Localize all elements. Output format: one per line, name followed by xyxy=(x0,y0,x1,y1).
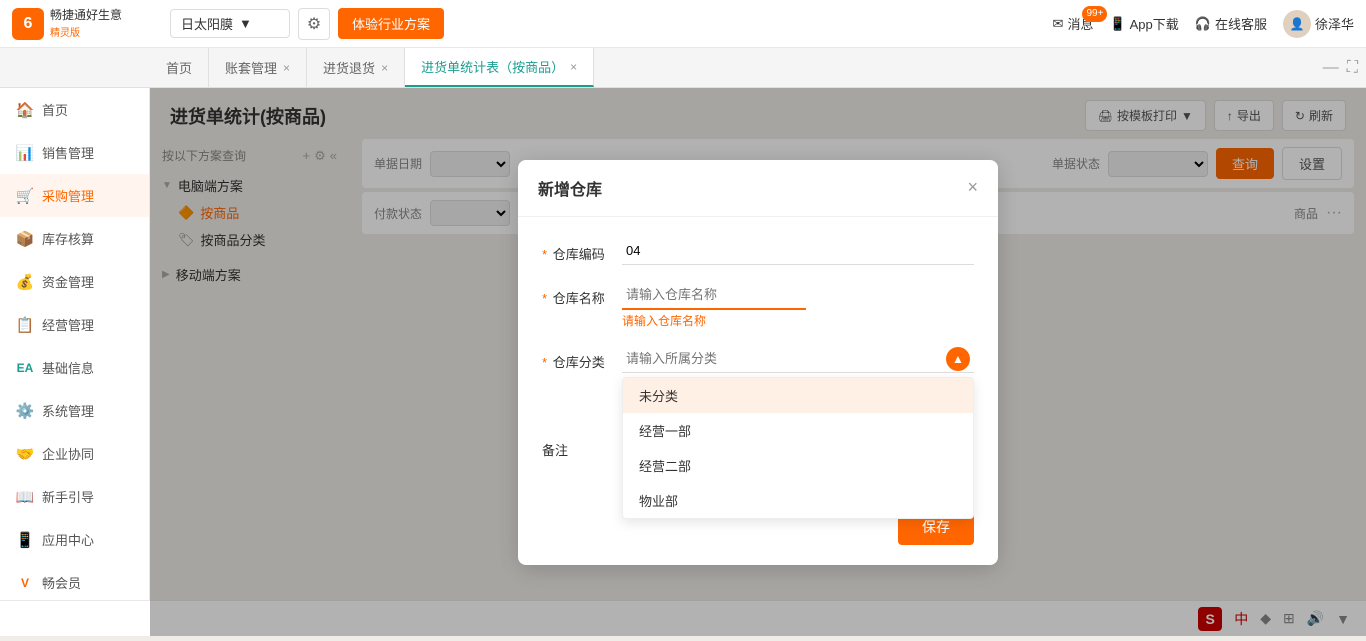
tab-purchase-stats[interactable]: 进货单统计表（按商品） × xyxy=(405,48,594,87)
sidebar-item-purchase[interactable]: 🛒 采购管理 xyxy=(0,174,149,217)
avatar: 👤 xyxy=(1283,10,1311,38)
dialog-add-warehouse: 新增仓库 × * 仓库编码 xyxy=(518,160,998,565)
message-icon: ✉ xyxy=(1053,16,1064,32)
sidebar-item-operations[interactable]: 📋 经营管理 xyxy=(0,303,149,346)
basic-info-icon: EA xyxy=(16,359,34,377)
top-bar: 6 畅捷通好生意 精灵版 日太阳膜 ▼ ⚙ 体验行业方案 ✉ 消息 99+ 📱 … xyxy=(0,0,1366,48)
enterprise-icon: 🤝 xyxy=(16,445,34,463)
form-row-category: * 仓库分类 ▲ 未分类 经营一部 经营二部 物业部 xyxy=(542,345,974,373)
store-name: 日太阳膜 xyxy=(181,14,233,33)
home-icon: 🏠 xyxy=(16,101,34,119)
store-selector[interactable]: 日太阳膜 ▼ xyxy=(170,9,290,38)
category-label: * 仓库分类 xyxy=(542,345,622,371)
sidebar-item-apps[interactable]: 📱 应用中心 xyxy=(0,518,149,561)
headset-icon: 🎧 xyxy=(1195,16,1211,32)
chevron-down-icon: ▼ xyxy=(239,16,252,31)
username-label: 徐泽华 xyxy=(1315,14,1354,33)
tab-accounts[interactable]: 账套管理 × xyxy=(209,48,307,87)
form-row-name: * 仓库名称 请输入仓库名称 xyxy=(542,281,974,329)
close-icon[interactable]: × xyxy=(381,61,388,75)
dialog-title: 新增仓库 xyxy=(538,176,602,200)
sidebar-item-home[interactable]: 🏠 首页 xyxy=(0,88,149,131)
message-item[interactable]: ✉ 消息 99+ xyxy=(1053,14,1094,33)
app-logo-icon: 6 xyxy=(12,8,44,40)
code-input[interactable] xyxy=(622,237,974,265)
operations-icon: 📋 xyxy=(16,316,34,334)
vip-icon: V xyxy=(16,574,34,592)
finance-icon: 💰 xyxy=(16,273,34,291)
app-edition: 精灵版 xyxy=(50,24,122,39)
main-layout: 🏠 首页 📊 销售管理 🛒 采购管理 📦 库存核算 💰 资金管理 📋 经营管理 … xyxy=(0,88,1366,636)
sidebar-item-basic-info[interactable]: EA 基础信息 xyxy=(0,346,149,389)
system-icon: ⚙️ xyxy=(16,402,34,420)
close-icon[interactable]: × xyxy=(967,177,978,198)
minimize-icon[interactable]: — xyxy=(1323,59,1339,77)
dropdown-item-dept1[interactable]: 经营一部 xyxy=(623,413,973,448)
guide-icon: 📖 xyxy=(16,488,34,506)
sidebar-item-enterprise[interactable]: 🤝 企业协同 xyxy=(0,432,149,475)
expand-icon[interactable]: ⛶ xyxy=(1347,59,1358,77)
content-area: 进货单统计(按商品) 🖨 按模板打印 ▼ ↑ 导出 ↻ 刷新 xyxy=(150,88,1366,636)
dialog-header: 新增仓库 × xyxy=(518,160,998,217)
online-service-item[interactable]: 🎧 在线客服 xyxy=(1195,14,1267,33)
phone-icon: 📱 xyxy=(1109,16,1125,32)
name-input[interactable] xyxy=(622,281,806,310)
app-download-item[interactable]: 📱 App下载 xyxy=(1109,14,1178,33)
tab-purchase-return[interactable]: 进货退货 × xyxy=(307,48,405,87)
category-input[interactable] xyxy=(622,345,974,373)
close-icon[interactable]: × xyxy=(570,60,577,74)
category-select-wrap: ▲ xyxy=(622,345,974,373)
user-item[interactable]: 👤 徐泽华 xyxy=(1283,10,1354,38)
sidebar-item-guide[interactable]: 📖 新手引导 xyxy=(0,475,149,518)
sidebar-item-inventory[interactable]: 📦 库存核算 xyxy=(0,217,149,260)
sidebar-item-sales[interactable]: 📊 销售管理 xyxy=(0,131,149,174)
top-bar-right: ✉ 消息 99+ 📱 App下载 🎧 在线客服 👤 徐泽华 xyxy=(1053,10,1354,38)
app-download-label: App下载 xyxy=(1130,14,1179,33)
dropdown-item-dept2[interactable]: 经营二部 xyxy=(623,448,973,483)
category-dropdown: 未分类 经营一部 经营二部 物业部 xyxy=(622,377,974,519)
sidebar-item-system[interactable]: ⚙️ 系统管理 xyxy=(0,389,149,432)
chevron-up-icon[interactable]: ▲ xyxy=(946,347,970,371)
logo-area: 6 畅捷通好生意 精灵版 xyxy=(12,8,162,40)
code-label: * 仓库编码 xyxy=(542,237,622,263)
name-label: * 仓库名称 xyxy=(542,281,622,307)
purchase-icon: 🛒 xyxy=(16,187,34,205)
tab-bar: 首页 账套管理 × 进货退货 × 进货单统计表（按商品） × — ⛶ xyxy=(0,48,1366,88)
message-badge: 99+ xyxy=(1082,6,1107,22)
note-label: 备注 xyxy=(542,433,622,459)
modal-overlay: 新增仓库 × * 仓库编码 xyxy=(150,88,1366,636)
form-row-code: * 仓库编码 xyxy=(542,237,974,265)
dropdown-item-property[interactable]: 物业部 xyxy=(623,483,973,518)
app-name: 畅捷通好生意 xyxy=(50,8,122,24)
sidebar: 🏠 首页 📊 销售管理 🛒 采购管理 📦 库存核算 💰 资金管理 📋 经营管理 … xyxy=(0,88,150,636)
tab-bar-controls: — ⛶ xyxy=(1323,48,1366,87)
sidebar-item-finance[interactable]: 💰 资金管理 xyxy=(0,260,149,303)
sidebar-item-vip[interactable]: V 畅会员 xyxy=(0,561,149,604)
dropdown-item-unclassified[interactable]: 未分类 xyxy=(623,378,973,413)
sales-icon: 📊 xyxy=(16,144,34,162)
tab-home[interactable]: 首页 xyxy=(150,48,209,87)
online-service-label: 在线客服 xyxy=(1215,14,1267,33)
close-icon[interactable]: × xyxy=(283,61,290,75)
dialog-body: * 仓库编码 * 仓库名称 xyxy=(518,217,998,497)
trial-button[interactable]: 体验行业方案 xyxy=(338,8,444,39)
inventory-icon: 📦 xyxy=(16,230,34,248)
settings-icon[interactable]: ⚙ xyxy=(298,8,330,40)
apps-icon: 📱 xyxy=(16,531,34,549)
name-error-msg: 请输入仓库名称 xyxy=(622,312,806,329)
